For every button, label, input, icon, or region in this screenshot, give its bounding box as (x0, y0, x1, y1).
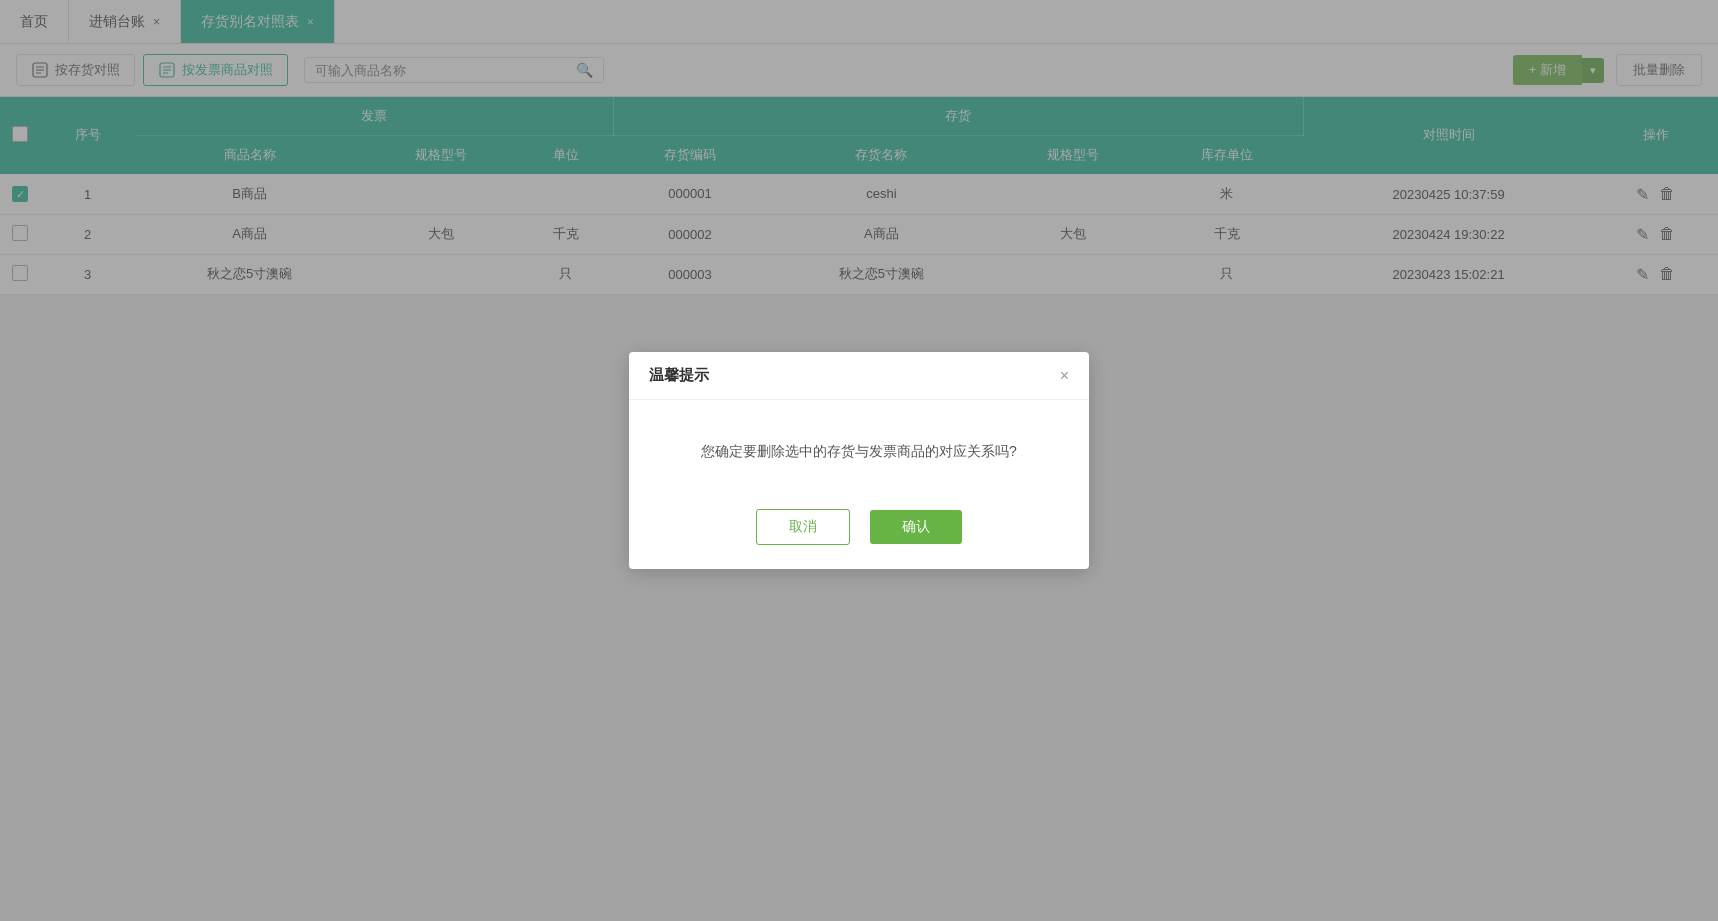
modal-overlay: 温馨提示 × 您确定要删除选中的存货与发票商品的对应关系吗? 取消 确认 (0, 0, 1718, 295)
